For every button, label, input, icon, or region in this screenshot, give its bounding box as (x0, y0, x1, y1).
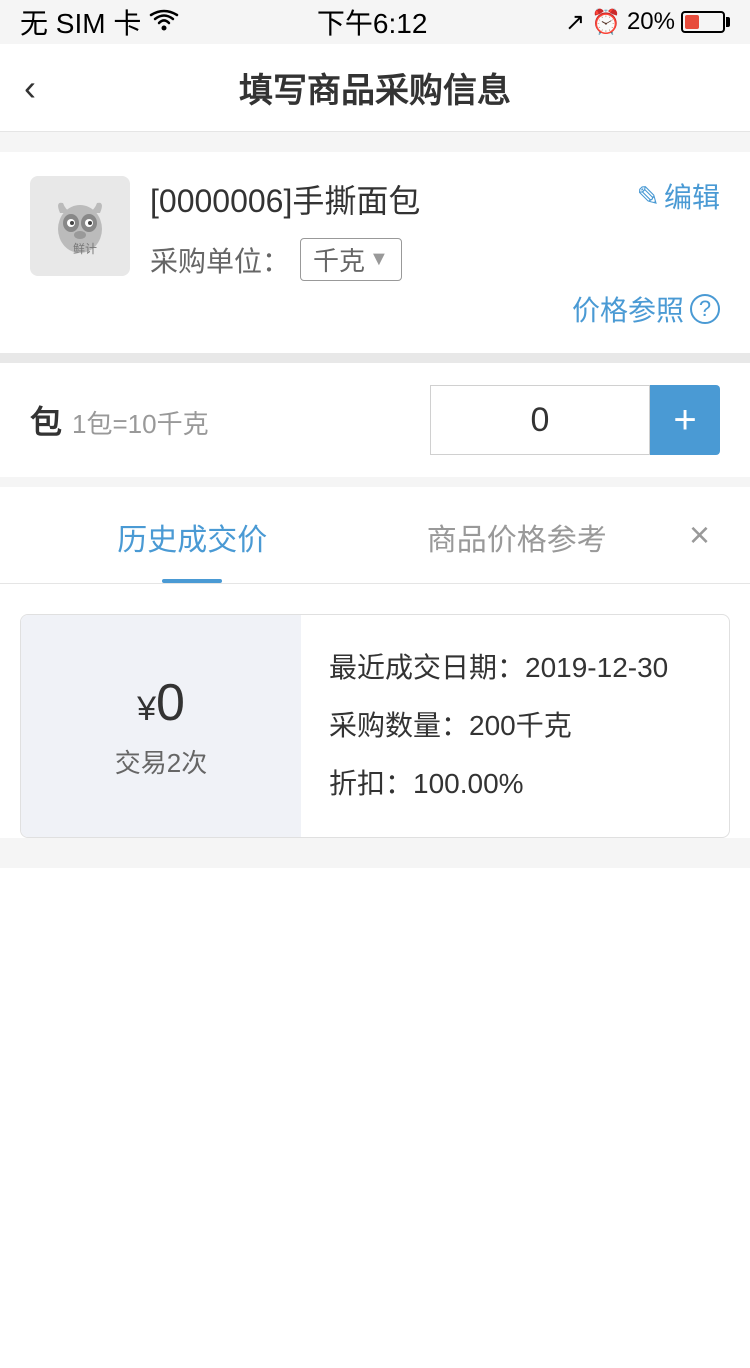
purchase-qty-row: 采购数量：200千克 (329, 705, 701, 747)
quantity-input-group: 0 + (430, 385, 720, 455)
alarm-icon: ⏰ (591, 8, 621, 37)
quantity-row: 包 1包=10千克 0 + (0, 363, 750, 477)
history-price-section: ¥0 交易2次 (21, 615, 301, 837)
status-time: 下午6:12 (317, 2, 428, 42)
edit-button[interactable]: ✎ 编辑 (637, 176, 720, 216)
history-details: 最近成交日期：2019-12-30 采购数量：200千克 折扣：100.00% (301, 615, 729, 837)
page-content-area (0, 868, 750, 1368)
battery-percent: 20% (627, 8, 675, 36)
quantity-conversion: 1包=10千克 (72, 404, 209, 441)
tabs-header: 历史成交价 商品价格参考 × (0, 487, 750, 584)
section-divider (0, 353, 750, 363)
quantity-unit: 包 (30, 397, 62, 443)
history-card: ¥0 交易2次 最近成交日期：2019-12-30 采购数量：200千克 折扣：… (20, 614, 730, 838)
tab-history-price[interactable]: 历史成交价 (30, 487, 354, 583)
status-bar: 无 SIM 卡 下午6:12 ↗ ⏰ 20% (0, 0, 750, 44)
page-title: 填写商品采购信息 (239, 63, 511, 112)
status-right: ↗ ⏰ 20% (565, 8, 730, 37)
status-carrier: 无 SIM 卡 (20, 2, 179, 42)
quantity-label: 包 1包=10千克 (30, 397, 209, 443)
svg-text:鲜计: 鲜计 (73, 242, 97, 256)
tabs-section: 历史成交价 商品价格参考 × ¥0 交易2次 最近成交日期：2019-12-30… (0, 487, 750, 838)
recent-date-row: 最近成交日期：2019-12-30 (329, 647, 701, 689)
product-image: 鲜计 (30, 176, 130, 276)
currency-symbol: ¥ (137, 690, 156, 728)
nav-bar: ‹ 填写商品采购信息 (0, 44, 750, 132)
back-button[interactable]: ‹ (24, 67, 36, 109)
edit-icon: ✎ (637, 180, 660, 213)
unit-label: 采购单位： (150, 240, 290, 280)
product-image-icon: 鲜计 (45, 191, 115, 261)
unit-selector[interactable]: 千克 ▼ (300, 238, 402, 281)
unit-arrow: ▼ (369, 248, 389, 271)
price-ref-icon: ? (690, 294, 720, 324)
product-name: [0000006]手撕面包 (150, 176, 420, 222)
quantity-input[interactable]: 0 (430, 385, 650, 455)
quantity-plus-button[interactable]: + (650, 385, 720, 455)
product-card: 鲜计 [0000006]手撕面包 采购单位： 千克 ▼ ✎ 编辑 价格参照 (0, 152, 750, 353)
location-icon: ↗ (565, 8, 585, 37)
wifi-icon (149, 6, 179, 38)
price-ref-button[interactable]: 价格参照 ? (572, 289, 720, 329)
tab-price-ref[interactable]: 商品价格参考 (354, 487, 678, 583)
discount-row: 折扣：100.00% (329, 763, 701, 805)
battery-icon (681, 11, 730, 33)
tab-close-button[interactable]: × (679, 504, 720, 566)
product-info: [0000006]手撕面包 采购单位： 千克 ▼ (150, 176, 420, 281)
product-unit-row: 采购单位： 千克 ▼ (150, 238, 420, 281)
trade-count: 交易2次 (115, 743, 207, 780)
carrier-text: 无 SIM 卡 (20, 2, 141, 42)
history-price-value: ¥0 (137, 673, 185, 733)
